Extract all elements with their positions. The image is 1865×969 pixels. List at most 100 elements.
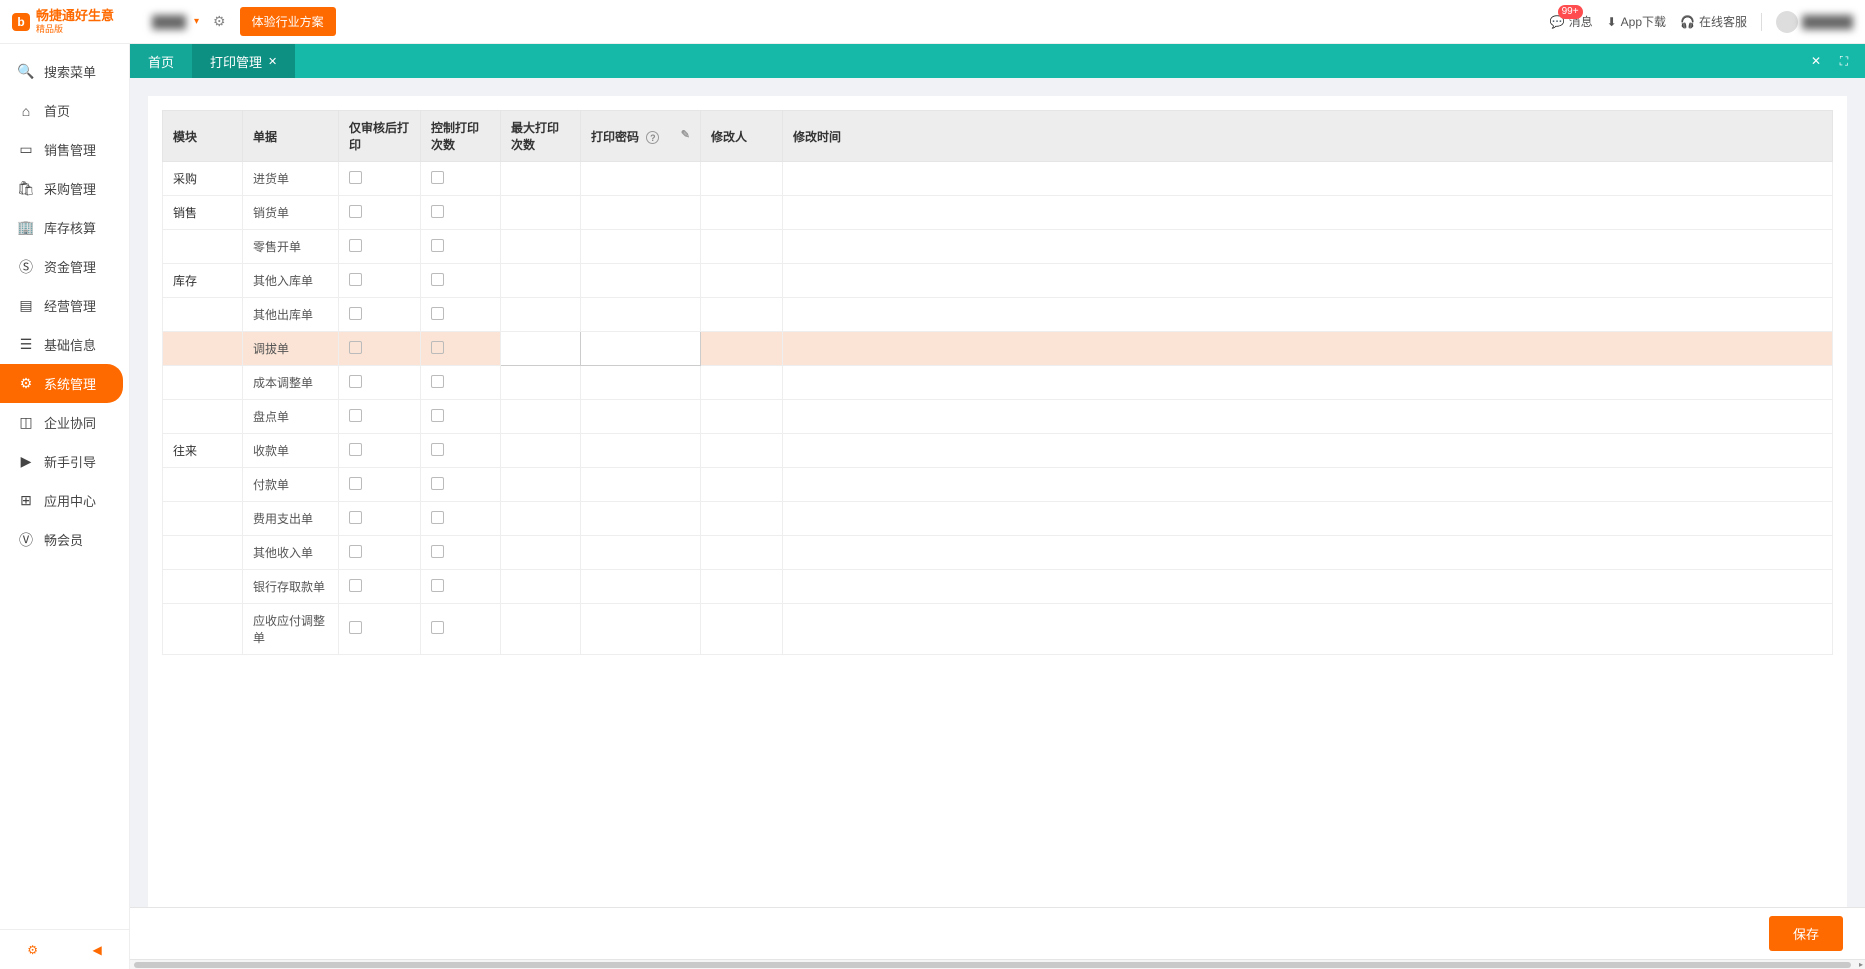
cell-modifier <box>701 366 783 400</box>
checkbox[interactable] <box>349 171 362 184</box>
sidebar-item-collab[interactable]: ◫企业协同 <box>0 403 129 442</box>
checkbox[interactable] <box>431 375 444 388</box>
save-button[interactable]: 保存 <box>1769 916 1843 951</box>
checkbox[interactable] <box>431 239 444 252</box>
checkbox[interactable] <box>431 579 444 592</box>
cell-max-count <box>501 434 581 468</box>
cell-module: 库存 <box>163 264 243 298</box>
cell-only-audit <box>339 298 421 332</box>
checkbox[interactable] <box>349 579 362 592</box>
operation-icon: ▤ <box>18 298 34 314</box>
checkbox[interactable] <box>431 171 444 184</box>
checkbox[interactable] <box>349 239 362 252</box>
cell-module <box>163 298 243 332</box>
messages-badge: 99+ <box>1558 5 1583 19</box>
user-name: ██████ <box>1802 15 1853 29</box>
sidebar-item-member[interactable]: Ⓥ畅会员 <box>0 520 129 559</box>
sidebar-item-stock[interactable]: 🏢库存核算 <box>0 208 129 247</box>
messages-link[interactable]: 💬 消息 99+ <box>1550 13 1593 30</box>
cell-password <box>581 536 701 570</box>
home-icon: ⌂ <box>18 103 34 119</box>
promo-button[interactable]: 体验行业方案 <box>240 7 336 36</box>
checkbox[interactable] <box>349 477 362 490</box>
checkbox[interactable] <box>431 443 444 456</box>
divider <box>1761 13 1762 31</box>
checkbox[interactable] <box>431 307 444 320</box>
tab-打印管理[interactable]: 打印管理✕ <box>192 44 295 78</box>
guide-icon: ▶ <box>18 454 34 470</box>
checkbox[interactable] <box>431 205 444 218</box>
checkbox[interactable] <box>349 409 362 422</box>
checkbox[interactable] <box>431 409 444 422</box>
footer-bar: 保存 <box>130 907 1865 959</box>
checkbox[interactable] <box>431 273 444 286</box>
tenant-selector[interactable]: ████ ▾ ⚙ <box>152 13 226 30</box>
checkbox[interactable] <box>349 341 362 354</box>
sidebar-item-operation[interactable]: ▤经营管理 <box>0 286 129 325</box>
purchase-icon: 🛍 <box>18 181 34 197</box>
sidebar-item-purchase[interactable]: 🛍采购管理 <box>0 169 129 208</box>
checkbox[interactable] <box>349 511 362 524</box>
sidebar-item-apps[interactable]: ⊞应用中心 <box>0 481 129 520</box>
cell-modified-time <box>783 434 1833 468</box>
checkbox[interactable] <box>349 273 362 286</box>
checkbox[interactable] <box>431 477 444 490</box>
sidebar-item-label: 库存核算 <box>44 218 96 237</box>
cell-password[interactable] <box>581 332 701 366</box>
sidebar-item-search[interactable]: 🔍搜索菜单 <box>0 52 129 91</box>
cell-max-count <box>501 570 581 604</box>
checkbox[interactable] <box>431 545 444 558</box>
gear-icon[interactable]: ⚙ <box>213 13 226 30</box>
checkbox[interactable] <box>349 307 362 320</box>
sidebar-item-guide[interactable]: ▶新手引导 <box>0 442 129 481</box>
checkbox[interactable] <box>349 545 362 558</box>
checkbox[interactable] <box>349 621 362 634</box>
logo-icon: b <box>12 13 30 31</box>
brand-name: 畅捷通好生意 <box>36 9 114 22</box>
close-icon[interactable]: ✕ <box>268 55 277 68</box>
cell-max-count <box>501 162 581 196</box>
sidebar-item-label: 企业协同 <box>44 413 96 432</box>
cell-modified-time <box>783 570 1833 604</box>
online-service-link[interactable]: 🎧 在线客服 <box>1680 13 1747 30</box>
cell-modified-time <box>783 366 1833 400</box>
user-menu[interactable]: ██████ <box>1776 11 1853 33</box>
scrollbar-thumb[interactable] <box>134 962 1851 968</box>
cell-max-count[interactable] <box>501 332 581 366</box>
table-row: 应收应付调整单 <box>163 604 1833 655</box>
cell-modified-time <box>783 298 1833 332</box>
edit-icon[interactable]: ✎ <box>681 128 690 141</box>
cell-max-count <box>501 536 581 570</box>
fullscreen-icon[interactable]: ⛶ <box>1833 50 1855 72</box>
checkbox[interactable] <box>349 375 362 388</box>
cell-max-count <box>501 298 581 332</box>
online-service-label: 在线客服 <box>1699 13 1747 30</box>
app-download-label: App下载 <box>1621 13 1666 30</box>
chevron-down-icon: ▾ <box>194 16 199 27</box>
sidebar-item-funds[interactable]: Ⓢ资金管理 <box>0 247 129 286</box>
tab-首页[interactable]: 首页 <box>130 44 192 78</box>
cell-control-count <box>421 264 501 298</box>
help-icon[interactable]: ? <box>646 131 659 144</box>
th-control-count: 控制打印次数 <box>421 111 501 162</box>
sidebar-item-system[interactable]: ⚙系统管理 <box>0 364 123 403</box>
checkbox[interactable] <box>431 511 444 524</box>
cell-password <box>581 230 701 264</box>
cell-only-audit <box>339 400 421 434</box>
checkbox[interactable] <box>349 443 362 456</box>
sidebar-item-base[interactable]: ☰基础信息 <box>0 325 129 364</box>
sidebar-item-home[interactable]: ⌂首页 <box>0 91 129 130</box>
scroll-right-icon[interactable]: ▸ <box>1859 960 1863 969</box>
checkbox[interactable] <box>349 205 362 218</box>
checkbox[interactable] <box>431 341 444 354</box>
collapse-icon[interactable]: ◀ <box>93 943 102 957</box>
app-download-link[interactable]: ⬇ App下载 <box>1607 13 1666 30</box>
member-icon: Ⓥ <box>18 532 34 548</box>
th-modifier: 修改人 <box>701 111 783 162</box>
cell-module <box>163 366 243 400</box>
settings-icon[interactable]: ⚙ <box>27 943 38 957</box>
horizontal-scrollbar[interactable]: ▸ <box>130 959 1865 969</box>
checkbox[interactable] <box>431 621 444 634</box>
close-tab-icon[interactable]: ✕ <box>1805 50 1827 72</box>
sidebar-item-sales[interactable]: ▭销售管理 <box>0 130 129 169</box>
